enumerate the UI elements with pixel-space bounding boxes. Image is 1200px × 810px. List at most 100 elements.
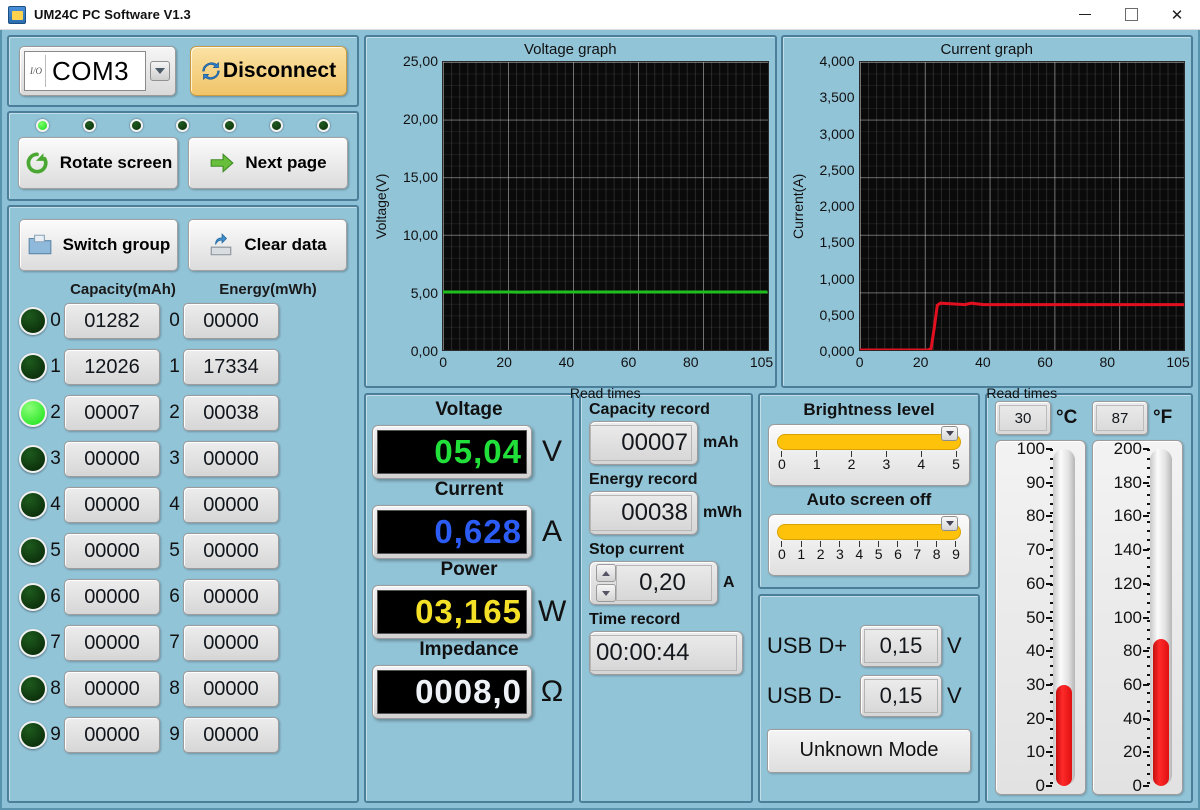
energy-cell[interactable]: 00038 — [183, 395, 279, 431]
maximize-button[interactable] — [1108, 0, 1154, 29]
energy-cell[interactable]: 00000 — [183, 303, 279, 339]
group-row: 7 00000 7 00000 — [19, 620, 347, 666]
power-readout: 03,165 — [372, 585, 532, 639]
stepper-down-icon[interactable] — [596, 584, 616, 602]
fahrenheit-thermometer: 200 180 160 140 120 100 80 60 40 20 0 — [1092, 439, 1183, 795]
window-title: UM24C PC Software V1.3 — [34, 7, 191, 22]
y-tick-label: 1,500 — [819, 234, 855, 251]
com-port-select[interactable]: I/O COM3 — [19, 46, 177, 96]
x-tick-label: 60 — [620, 354, 637, 370]
capacity-cell[interactable]: 00000 — [64, 671, 160, 707]
stop-current-label: Stop current — [589, 541, 685, 558]
auto-screen-off-label: Auto screen off — [806, 490, 932, 509]
group-led-4 — [19, 491, 47, 519]
clear-disk-icon — [208, 232, 234, 258]
stop-current-unit: A — [723, 574, 735, 591]
energy-cell[interactable]: 00000 — [183, 533, 279, 569]
y-tick-label: 2,000 — [819, 198, 855, 214]
chevron-down-icon[interactable] — [150, 61, 171, 81]
capacity-cell[interactable]: 00000 — [64, 625, 160, 661]
capacity-cell[interactable]: 00000 — [64, 533, 160, 569]
clear-data-button[interactable]: Clear data — [188, 219, 347, 271]
brightness-slider[interactable]: 0 1 2 3 4 5 — [768, 424, 970, 486]
current-label: Current — [434, 479, 504, 500]
brightness-thumb[interactable] — [941, 426, 958, 441]
next-page-button[interactable]: Next page — [188, 137, 348, 189]
x-tick-label: 0 — [439, 354, 448, 370]
auto-screen-off-slider[interactable]: 0123456789 — [768, 514, 970, 576]
energy-cell[interactable]: 17334 — [183, 349, 279, 385]
auto-off-track[interactable] — [777, 516, 961, 540]
com-port-value: COM3 — [52, 55, 130, 86]
energy-cell[interactable]: 00000 — [183, 671, 279, 707]
charging-mode-button[interactable]: Unknown Mode — [767, 728, 971, 773]
temperature-gauges: 100 90 80 70 60 50 40 30 20 10 0 200 180 160 140 120 10… — [995, 439, 1183, 795]
slider-tick: 5 — [952, 451, 960, 471]
current-y-axis-label: Current(A) — [789, 173, 806, 239]
energy-cell[interactable]: 00000 — [183, 441, 279, 477]
capacity-cell[interactable]: 00007 — [64, 395, 160, 431]
status-led-2 — [129, 119, 143, 132]
fahrenheit-unit: °F — [1153, 407, 1173, 428]
switch-group-button[interactable]: Switch group — [19, 219, 178, 271]
usb-dminus-label: USB D- — [767, 682, 842, 708]
rotate-screen-button[interactable]: Rotate screen — [18, 137, 178, 189]
group-led-7 — [19, 629, 47, 657]
capacity-cell[interactable]: 00000 — [64, 441, 160, 477]
y-tick-label: 0,00 — [410, 343, 438, 359]
minimize-button[interactable] — [1062, 0, 1108, 29]
stepper-up-icon[interactable] — [596, 564, 616, 582]
rotate-screen-label: Rotate screen — [59, 153, 173, 172]
status-led-6 — [316, 119, 330, 132]
fahrenheit-value: 87 — [1096, 405, 1144, 431]
stop-current-field[interactable]: 0,20 — [589, 561, 718, 605]
fahrenheit-readout-row: 87 °F — [1092, 401, 1183, 435]
capacity-cell[interactable]: 01282 — [64, 303, 160, 339]
status-led-strip — [18, 119, 348, 137]
current-graph-panel: Current graph Current(A) 0,000 0,500 1,000… — [780, 35, 1193, 401]
voltage-label: Voltage — [435, 399, 503, 420]
gauge-tick-label: 120 — [1113, 573, 1142, 593]
brightness-track[interactable] — [777, 426, 961, 450]
capacity-cell[interactable]: 00000 — [64, 717, 160, 753]
fahrenheit-mercury — [1153, 639, 1169, 786]
group-led-8 — [19, 675, 47, 703]
y-tick-label: 3,000 — [819, 125, 855, 142]
status-led-0 — [36, 119, 49, 132]
disconnect-button[interactable]: Disconnect — [190, 46, 347, 96]
energy-record-label: Energy record — [589, 471, 698, 488]
slider-tick: 4 — [855, 541, 863, 561]
x-tick-label: 40 — [558, 354, 575, 370]
capacity-cell[interactable]: 12026 — [64, 349, 160, 385]
close-button[interactable]: ✕ — [1154, 0, 1200, 29]
power-unit: W — [538, 595, 567, 628]
group-index-cap: 5 — [50, 540, 61, 561]
group-row: 8 00000 8 00000 — [19, 666, 347, 712]
arrow-right-icon — [209, 150, 235, 176]
capacity-cell[interactable]: 00000 — [64, 579, 160, 615]
slider-tick: 2 — [848, 451, 855, 471]
energy-cell[interactable]: 00000 — [183, 579, 279, 615]
time-record-label: Time record — [589, 611, 681, 628]
voltage-y-ticks: 0,00 5,00 10,00 15,00 20,00 25,00 — [390, 53, 442, 359]
gauge-tick-label: 50 — [1026, 607, 1045, 627]
com-port-field[interactable]: I/O COM3 — [24, 51, 147, 91]
data-button-row: Switch group Clear data — [19, 219, 347, 271]
records-panel: Capacity record 00007 mAh Energy record … — [579, 393, 753, 803]
rotate-icon — [24, 150, 50, 176]
energy-cell[interactable]: 00000 — [183, 625, 279, 661]
energy-cell[interactable]: 00000 — [183, 487, 279, 523]
group-led-2 — [19, 399, 47, 427]
energy-record-row: 00038 mWh — [589, 491, 743, 535]
current-y-ticks: 0,000 0,500 1,000 1,500 2,000 2,500 3,000 3,500… — [807, 53, 859, 359]
slider-tick: 3 — [836, 541, 844, 561]
group-led-9 — [19, 721, 47, 749]
energy-cell[interactable]: 00000 — [183, 717, 279, 753]
stop-current-stepper[interactable] — [596, 564, 616, 602]
usb-dplus-row: USB D+ 0,15 V — [767, 624, 971, 667]
lower-row: Voltage 05,04 V Current 0,628 A Power 03… — [364, 393, 1193, 803]
capacity-cell[interactable]: 00000 — [64, 487, 160, 523]
auto-off-thumb[interactable] — [941, 516, 958, 531]
gauge-tick-label: 160 — [1113, 506, 1142, 526]
brightness-tick-labels: 0 1 2 3 4 5 — [777, 450, 961, 471]
